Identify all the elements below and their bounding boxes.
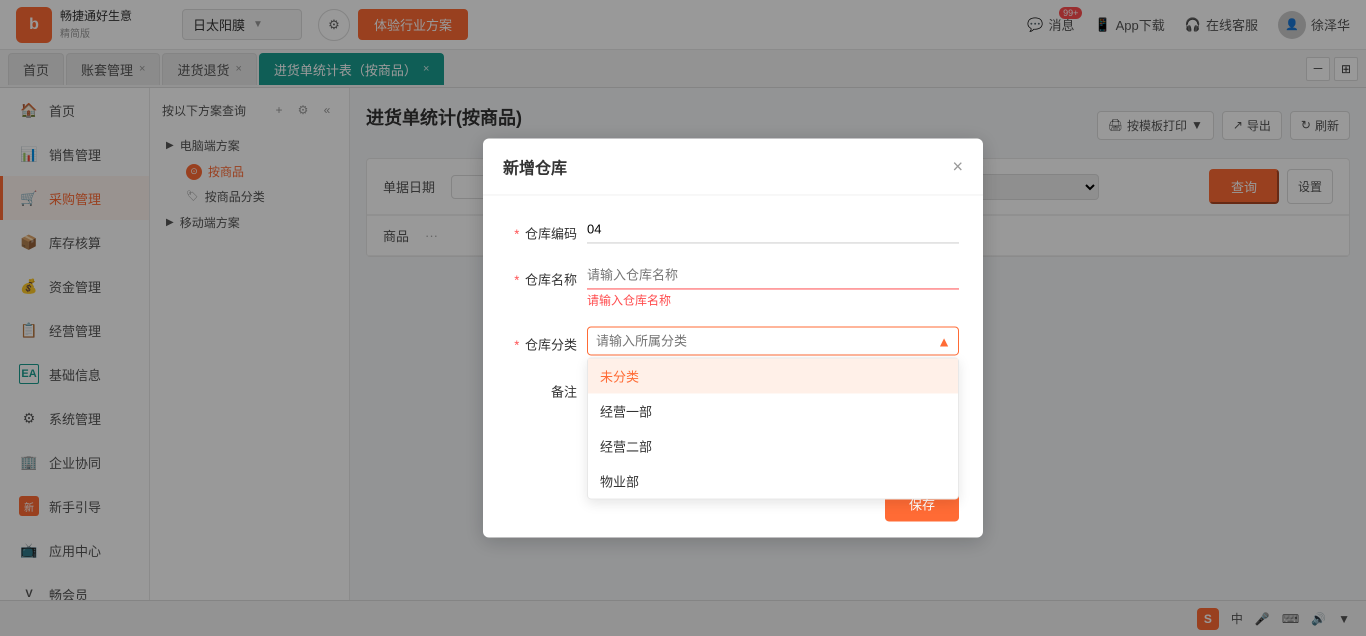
category-label: * 仓库分类: [507, 326, 587, 353]
dropdown-option-dept3[interactable]: 物业部: [588, 463, 958, 498]
dropdown-option-dept1[interactable]: 经营一部: [588, 393, 958, 428]
modal-title: 新增仓库: [503, 154, 567, 178]
name-error-message: 请输入仓库名称: [587, 291, 959, 308]
modal-close-button[interactable]: ×: [952, 157, 963, 175]
modal-body: * 仓库编码 * 仓库名称 请输入仓库名称 * 仓库分类: [483, 195, 983, 474]
dropdown-option-uncategorized[interactable]: 未分类: [588, 358, 958, 393]
form-row-category: * 仓库分类 ▲ 未分类 经营一部 经营二部 物业部: [507, 326, 959, 355]
category-input-wrap: ▲ 未分类 经营一部 经营二部 物业部: [587, 326, 959, 355]
dropdown-option-dept2[interactable]: 经营二部: [588, 428, 958, 463]
name-label: * 仓库名称: [507, 261, 587, 288]
code-input-wrap: [587, 215, 959, 243]
name-input[interactable]: [587, 261, 959, 289]
note-label: 备注: [507, 373, 587, 400]
form-row-code: * 仓库编码: [507, 215, 959, 243]
category-input[interactable]: [587, 326, 959, 355]
modal-header: 新增仓库 ×: [483, 138, 983, 195]
category-dropdown-list: 未分类 经营一部 经营二部 物业部: [587, 357, 959, 499]
code-label: * 仓库编码: [507, 215, 587, 242]
name-input-wrap: 请输入仓库名称: [587, 261, 959, 308]
add-warehouse-modal: 新增仓库 × * 仓库编码 * 仓库名称 请输入仓库名称: [483, 138, 983, 537]
form-row-name: * 仓库名称 请输入仓库名称: [507, 261, 959, 308]
code-input[interactable]: [587, 215, 959, 243]
